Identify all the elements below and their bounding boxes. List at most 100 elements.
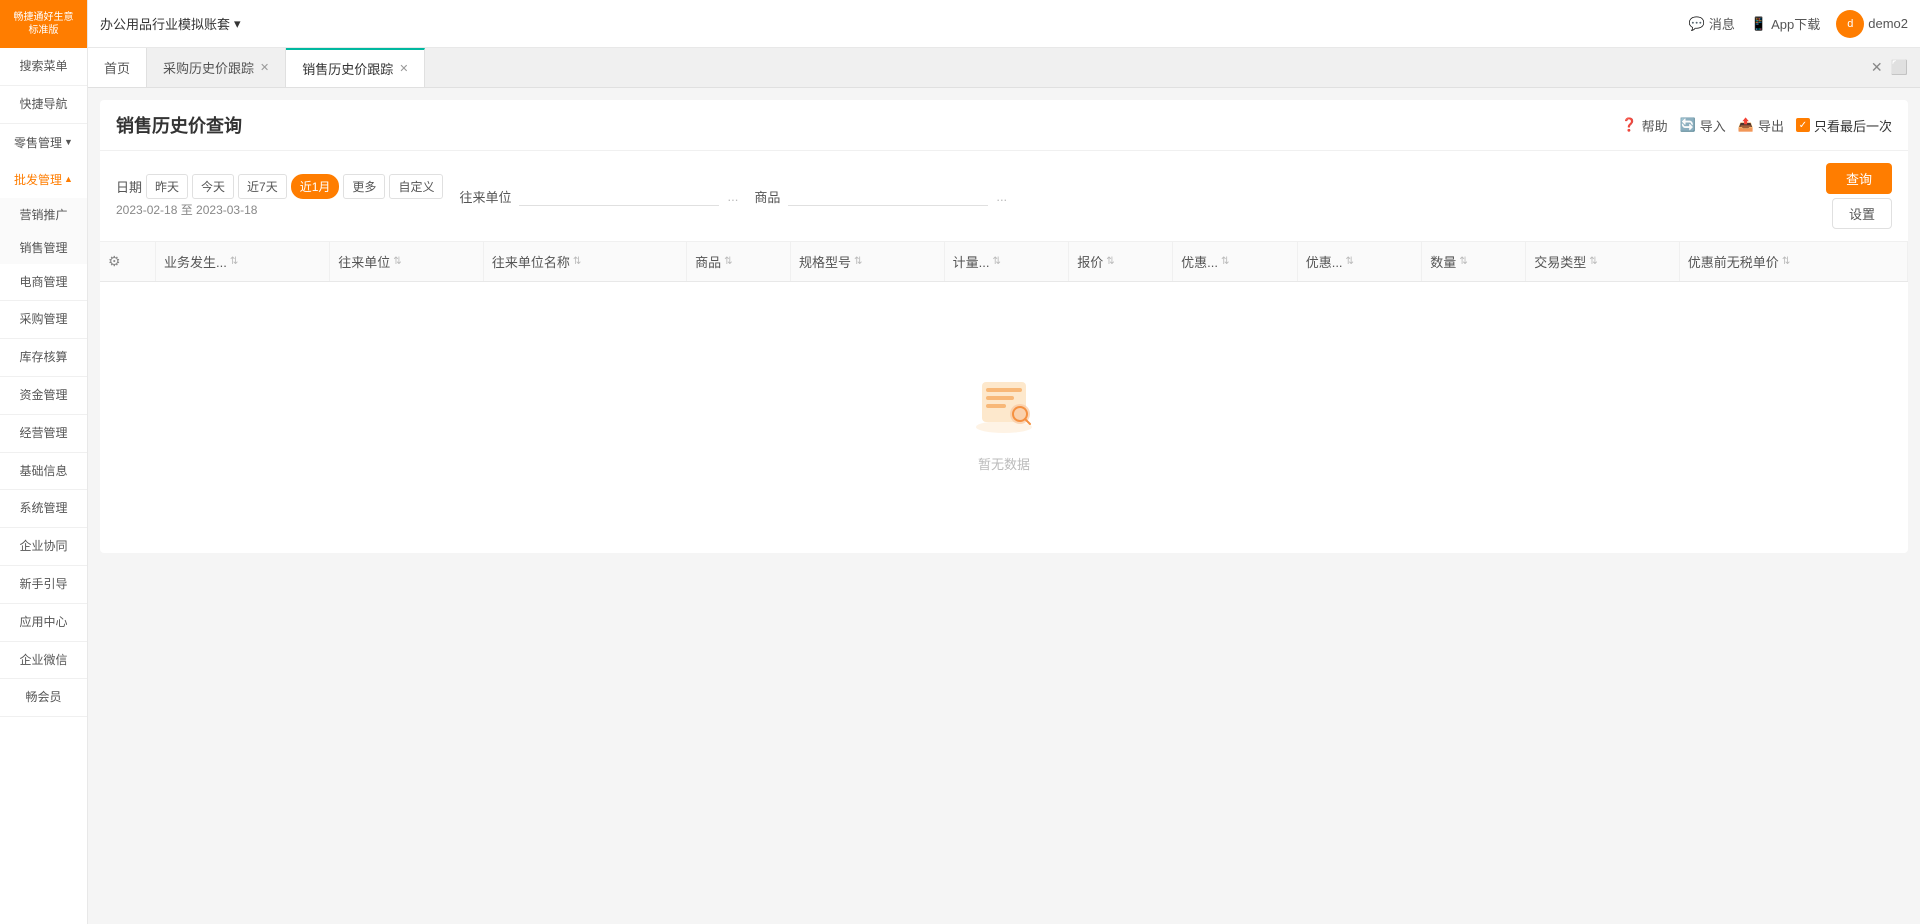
product-input[interactable]: [788, 186, 988, 206]
table-header: ⚙ 业务发生... ⇅ 往来单位: [100, 242, 1908, 282]
col-product[interactable]: 商品 ⇅: [687, 242, 791, 282]
date-more[interactable]: 更多: [343, 174, 385, 199]
sort-icon: ⇅: [393, 256, 401, 267]
sidebar-marketing[interactable]: 营销推广: [0, 198, 87, 231]
export-action[interactable]: 📤 导出: [1738, 116, 1784, 135]
product-ellipsis-btn[interactable]: ...: [996, 189, 1007, 204]
date-1month[interactable]: 近1月: [291, 174, 340, 199]
sidebar-wechat[interactable]: 企业微信: [0, 642, 87, 680]
user-profile[interactable]: d demo2: [1836, 10, 1908, 38]
col-discount1[interactable]: 优惠... ⇅: [1173, 242, 1298, 282]
window-maximize-btn[interactable]: ⬜: [1891, 59, 1908, 76]
sidebar-sales-mgmt[interactable]: 销售管理: [0, 231, 87, 264]
message-label: 消息: [1709, 14, 1735, 33]
import-icon: 🔄: [1680, 117, 1696, 133]
window-close-btn[interactable]: ✕: [1871, 59, 1883, 76]
import-action[interactable]: 🔄 导入: [1680, 116, 1726, 135]
query-button[interactable]: 查询: [1826, 163, 1892, 194]
product-filter-group: 商品 ...: [754, 186, 1007, 206]
partner-label: 往来单位: [459, 187, 511, 206]
topbar: 办公用品行业模拟账套 ▾ 💬 消息 📱 App下载 d demo2: [88, 0, 1920, 48]
sidebar-retail[interactable]: 零售管理 ▼: [0, 124, 87, 161]
sidebar-wholesale-caret: ▲: [64, 174, 73, 184]
sidebar-system[interactable]: 系统管理: [0, 490, 87, 528]
col-quantity[interactable]: 数量 ⇅: [1422, 242, 1526, 282]
data-table: ⚙ 业务发生... ⇅ 往来单位: [100, 242, 1908, 282]
col-discount2[interactable]: 优惠... ⇅: [1297, 242, 1422, 282]
sidebar-operations[interactable]: 经营管理: [0, 415, 87, 453]
gear-icon: ⚙: [108, 253, 121, 269]
col-partner-name[interactable]: 往来单位名称 ⇅: [483, 242, 686, 282]
col-partner-label: 往来单位: [338, 252, 390, 271]
sidebar-guide[interactable]: 新手引导: [0, 566, 87, 604]
sidebar-app-center[interactable]: 应用中心: [0, 604, 87, 642]
sort-icon: ⇅: [230, 256, 238, 267]
sidebar-search-menu[interactable]: 搜索菜单: [0, 48, 87, 86]
only-last-wrap[interactable]: ✓ 只看最后一次: [1796, 116, 1892, 135]
sidebar-inventory[interactable]: 库存核算: [0, 339, 87, 377]
logo-subtext: 标准版: [29, 24, 59, 37]
col-unit[interactable]: 计量... ⇅: [944, 242, 1069, 282]
window-controls: ✕ ⬜: [1859, 48, 1920, 87]
sort-icon: ⇅: [1346, 256, 1354, 267]
help-action[interactable]: ❓ 帮助: [1621, 116, 1667, 135]
tab-purchase-history[interactable]: 采购历史价跟踪 ✕: [147, 48, 286, 87]
page-container: 销售历史价查询 ❓ 帮助 🔄 导入 📤 导出: [100, 100, 1908, 553]
col-spec[interactable]: 规格型号 ⇅: [791, 242, 945, 282]
content-area: 销售历史价查询 ❓ 帮助 🔄 导入 📤 导出: [88, 88, 1920, 924]
tab-home[interactable]: 首页: [88, 48, 147, 87]
app-download-label: App下载: [1771, 14, 1820, 33]
col-settings[interactable]: ⚙: [100, 242, 156, 282]
workspace-selector[interactable]: 办公用品行业模拟账套 ▾: [100, 14, 241, 33]
sidebar-retail-caret: ▼: [64, 137, 73, 147]
filter-bar: 日期 昨天 今天 近7天 近1月 更多 自定义 2023-02-18 至 202…: [100, 151, 1908, 242]
tab-home-label: 首页: [104, 58, 130, 77]
sidebar-membership[interactable]: 畅会员: [0, 679, 87, 717]
tabbar: 首页 采购历史价跟踪 ✕ 销售历史价跟踪 ✕ ✕ ⬜: [88, 48, 1920, 88]
col-discount1-label: 优惠...: [1181, 252, 1218, 271]
only-last-label: 只看最后一次: [1814, 116, 1892, 135]
tab-purchase-close[interactable]: ✕: [260, 61, 269, 74]
tab-purchase-label: 采购历史价跟踪: [163, 58, 254, 77]
sidebar-basic-info[interactable]: 基础信息: [0, 453, 87, 491]
sidebar-retail-label: 零售管理: [14, 134, 62, 151]
date-today[interactable]: 今天: [192, 174, 234, 199]
col-partner-name-label: 往来单位名称: [492, 252, 570, 271]
sidebar-ecommerce[interactable]: 电商管理: [0, 264, 87, 302]
col-trade-type[interactable]: 交易类型 ⇅: [1526, 242, 1680, 282]
settings-button[interactable]: 设置: [1832, 198, 1892, 229]
only-last-checkbox[interactable]: ✓: [1796, 118, 1810, 132]
sidebar-enterprise-collab[interactable]: 企业协同: [0, 528, 87, 566]
tab-sales-history[interactable]: 销售历史价跟踪 ✕: [286, 48, 425, 87]
sidebar-wholesale[interactable]: 批发管理 ▲: [0, 161, 87, 198]
page-header: 销售历史价查询 ❓ 帮助 🔄 导入 📤 导出: [100, 100, 1908, 151]
sort-icon: ⇅: [1459, 256, 1467, 267]
col-pretax-price[interactable]: 优惠前无税单价 ⇅: [1679, 242, 1907, 282]
sidebar-finance[interactable]: 资金管理: [0, 377, 87, 415]
workspace-title: 办公用品行业模拟账套: [100, 14, 230, 33]
date-7days[interactable]: 近7天: [238, 174, 287, 199]
col-quote[interactable]: 报价 ⇅: [1069, 242, 1173, 282]
tab-sales-close[interactable]: ✕: [399, 62, 408, 75]
import-label: 导入: [1700, 116, 1726, 135]
workspace-dropdown-icon: ▾: [234, 16, 241, 32]
date-custom[interactable]: 自定义: [389, 174, 443, 199]
logo-text: 畅捷通好生意: [14, 11, 74, 24]
avatar: d: [1836, 10, 1864, 38]
partner-ellipsis-btn[interactable]: ...: [727, 189, 738, 204]
sort-icon: ⇅: [724, 256, 732, 267]
sort-icon: ⇅: [854, 256, 862, 267]
message-action[interactable]: 💬 消息: [1689, 14, 1735, 33]
tab-sales-label: 销售历史价跟踪: [302, 59, 393, 78]
sort-icon: ⇅: [1221, 256, 1229, 267]
sort-icon: ⇅: [1589, 256, 1597, 267]
date-yesterday[interactable]: 昨天: [146, 174, 188, 199]
sidebar-quick-nav[interactable]: 快捷导航: [0, 86, 87, 124]
col-biz-date[interactable]: 业务发生... ⇅: [156, 242, 330, 282]
col-partner[interactable]: 往来单位 ⇅: [330, 242, 484, 282]
help-icon: ❓: [1621, 117, 1637, 133]
sidebar-purchase[interactable]: 采购管理: [0, 301, 87, 339]
app-download-action[interactable]: 📱 App下载: [1751, 14, 1820, 33]
export-icon: 📤: [1738, 117, 1754, 133]
partner-input[interactable]: [519, 186, 719, 206]
